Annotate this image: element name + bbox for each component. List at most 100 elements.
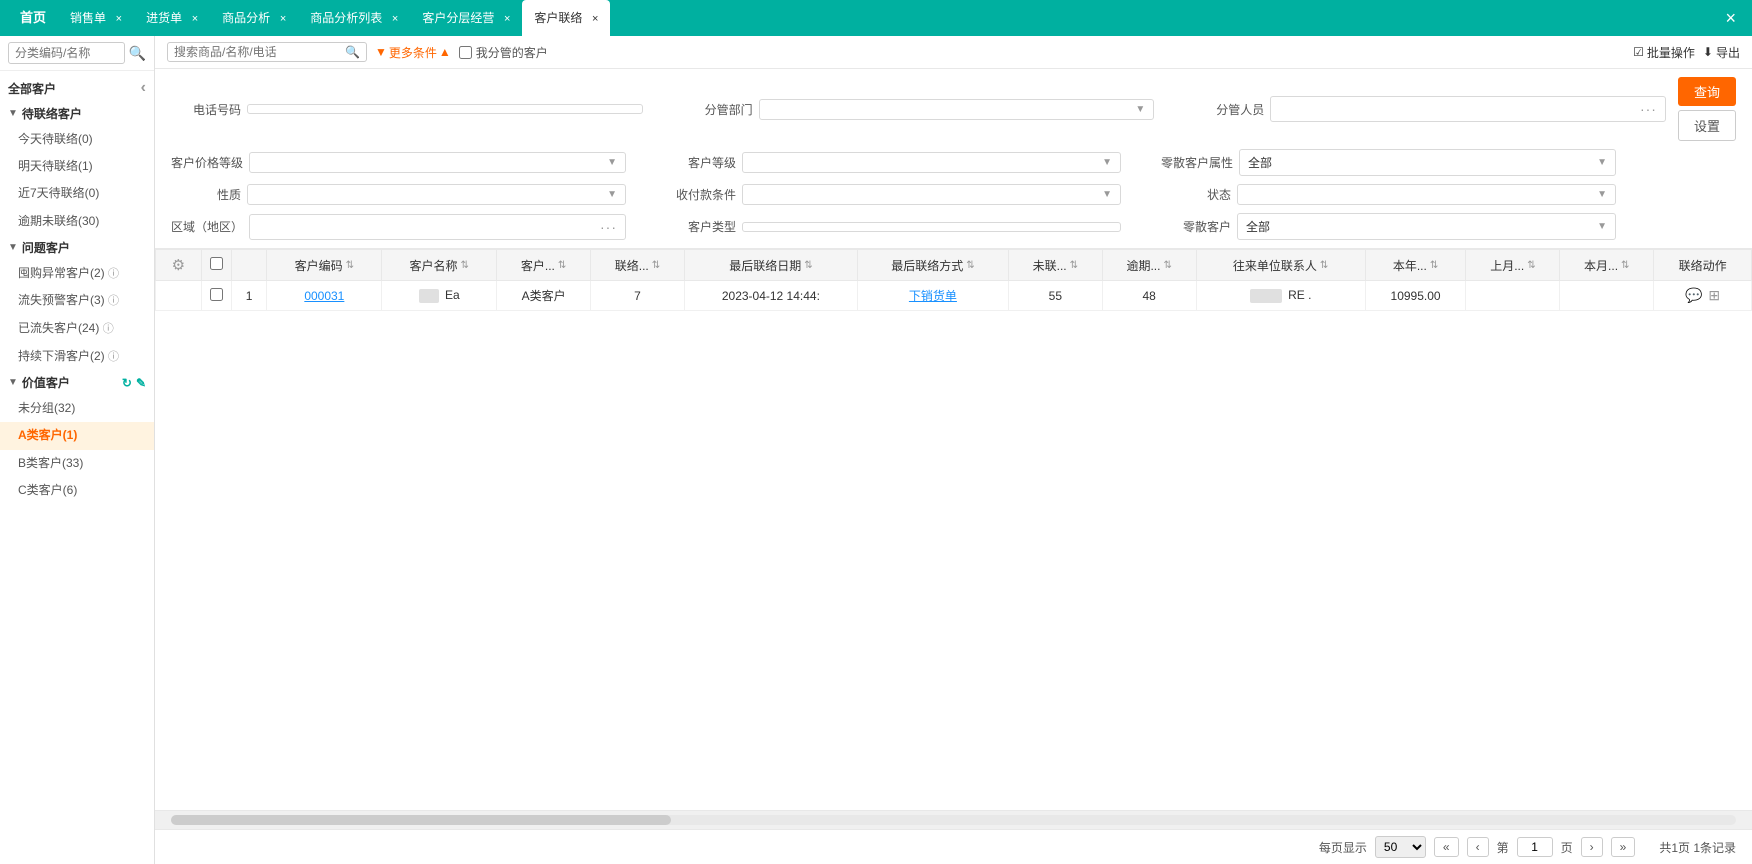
close-purchase-tab[interactable]: × [192, 13, 198, 25]
nav-customer-seg[interactable]: 客户分层经营 × [410, 0, 522, 36]
sidebar-item-tomorrow[interactable]: 明天待联络(1) [0, 153, 154, 180]
nav-sales[interactable]: 销售单 × [58, 0, 134, 36]
row-last-month [1466, 281, 1560, 311]
row-gear [156, 281, 202, 311]
first-page-btn[interactable]: « [1434, 837, 1459, 857]
sidebar-item-hoarding[interactable]: 囤购异常客户(2) ⓘ [0, 260, 154, 288]
my-customers-label: 我分管的客户 [476, 44, 548, 61]
data-table: ⚙ 客户编码 ⇅ [155, 249, 1752, 311]
col-gear: ⚙ [156, 250, 202, 281]
filter-bar: 🔍 ▼ 更多条件 ▲ 我分管的客户 ☑ 批量操作 [155, 36, 1752, 69]
group-pending-contact[interactable]: ▼ 待联络客户 [0, 101, 154, 126]
filter-nature-select[interactable]: ▼ [247, 184, 626, 205]
filter-customer-type-input[interactable] [742, 222, 1121, 232]
nav-purchase[interactable]: 进货单 × [134, 0, 210, 36]
filter-more-btn[interactable]: ▼ 更多条件 ▲ [375, 44, 451, 61]
sidebar-item-ungrouped[interactable]: 未分组(32) [0, 395, 154, 422]
nav-analysis-list[interactable]: 商品分析列表 × [298, 0, 410, 36]
my-customers-checkbox-wrap[interactable]: 我分管的客户 [459, 44, 548, 61]
export-btn[interactable]: ⬇ 导出 [1703, 44, 1740, 61]
close-customer-seg-tab[interactable]: × [504, 13, 510, 25]
col-overdue-sort[interactable]: ⇅ [1163, 260, 1171, 271]
sidebar-item-class-b[interactable]: B类客户(33) [0, 450, 154, 477]
filter-price-level-select[interactable]: ▼ [249, 152, 626, 173]
col-last-date-sort[interactable]: ⇅ [804, 260, 812, 271]
next-page-btn[interactable]: › [1581, 837, 1603, 857]
table-gear-icon[interactable]: ⚙ [172, 257, 185, 274]
filter-customer-level-select[interactable]: ▼ [742, 152, 1121, 173]
value-edit-icon[interactable]: ✎ [136, 376, 146, 390]
per-page-select[interactable]: 50 20 100 [1375, 836, 1426, 858]
filter-search-input[interactable] [174, 45, 345, 59]
row-last-method[interactable]: 下销货单 [857, 281, 1008, 311]
sidebar-item-class-c[interactable]: C类客户(6) [0, 477, 154, 504]
sidebar-item-7days[interactable]: 近7天待联络(0) [0, 180, 154, 207]
table-row: 1 000031 Ea A类客户 7 2023-04-12 14:44: 下销货… [156, 281, 1752, 311]
col-year-sort[interactable]: ⇅ [1430, 260, 1438, 271]
filter-retail-attr-select[interactable]: 全部 ▼ [1239, 149, 1616, 176]
filter-region-input[interactable]: ··· [249, 214, 626, 240]
sidebar-item-class-a[interactable]: A类客户(1) [0, 422, 154, 449]
filter-phone-input[interactable] [247, 104, 643, 114]
sidebar-collapse-btn[interactable]: ‹ [141, 79, 146, 97]
filter-manager-input[interactable]: ··· [1270, 96, 1666, 122]
value-group-label: 价值客户 [22, 374, 70, 391]
row-share-icon[interactable]: ⊞ [1708, 287, 1720, 304]
col-year-amount: 本年... ⇅ [1365, 250, 1466, 281]
filter-retail-customer-label: 零散客户 [1161, 218, 1231, 235]
close-analysis-list-tab[interactable]: × [392, 13, 398, 25]
close-window-button[interactable]: × [1717, 8, 1744, 29]
filter-retail-cust-chevron: ▼ [1597, 221, 1607, 232]
sidebar-search-input[interactable] [8, 42, 125, 64]
close-sales-tab[interactable]: × [116, 13, 122, 25]
col-this-month-sort[interactable]: ⇅ [1621, 260, 1629, 271]
filter-dept-select[interactable]: ▼ [759, 99, 1155, 120]
col-code-sort[interactable]: ⇅ [346, 260, 354, 271]
row-code[interactable]: 000031 [267, 281, 382, 311]
filter-icon: ▼ [375, 45, 387, 59]
group-value-customers[interactable]: ▼ 价值客户 ↻ ✎ [0, 370, 154, 395]
page-input[interactable] [1517, 837, 1553, 857]
close-customer-contact-tab[interactable]: × [592, 13, 598, 25]
nav-home[interactable]: 首页 [8, 0, 58, 36]
sidebar-item-today[interactable]: 今天待联络(0) [0, 126, 154, 153]
sidebar-item-overdue[interactable]: 逾期未联络(30) [0, 208, 154, 235]
prev-page-btn[interactable]: ‹ [1467, 837, 1489, 857]
nav-analysis[interactable]: 商品分析 × [210, 0, 298, 36]
group-problem-customers[interactable]: ▼ 问题客户 [0, 235, 154, 260]
pending-group-label: 待联络客户 [22, 105, 82, 122]
col-uncontacted-sort[interactable]: ⇅ [1070, 260, 1078, 271]
filter-customer-level-label: 客户等级 [666, 154, 736, 171]
col-name-sort[interactable]: ⇅ [461, 260, 469, 271]
my-customers-checkbox[interactable] [459, 46, 472, 59]
batch-op-btn[interactable]: ☑ 批量操作 [1633, 44, 1695, 61]
row-uncontacted: 55 [1008, 281, 1102, 311]
col-type-sort[interactable]: ⇅ [558, 260, 566, 271]
filter-price-level-label: 客户价格等级 [171, 154, 243, 171]
row-message-icon[interactable]: 💬 [1685, 287, 1702, 304]
select-all-checkbox[interactable] [210, 257, 223, 270]
sidebar-item-churn-warn[interactable]: 流失预警客户(3) ⓘ [0, 287, 154, 315]
filter-retail-customer-value: 全部 [1246, 218, 1270, 235]
row-checkbox[interactable] [210, 288, 223, 301]
sidebar-search-icon[interactable]: 🔍 [129, 45, 146, 62]
col-contact-sort[interactable]: ⇅ [652, 260, 660, 271]
row-unit-contact-text: RE . [1288, 288, 1311, 302]
filter-retail-customer-select[interactable]: 全部 ▼ [1237, 213, 1616, 240]
query-button[interactable]: 查询 [1678, 77, 1736, 106]
filter-status-select[interactable]: ▼ [1237, 184, 1616, 205]
sidebar-item-declining[interactable]: 持续下滑客户(2) ⓘ [0, 343, 154, 371]
sidebar-item-churned[interactable]: 已流失客户(24) ⓘ [0, 315, 154, 343]
last-page-btn[interactable]: » [1611, 837, 1636, 857]
value-refresh-icon[interactable]: ↻ [122, 376, 132, 390]
close-analysis-tab[interactable]: × [280, 13, 286, 25]
col-unit-contact-sort[interactable]: ⇅ [1320, 260, 1328, 271]
filter-price-level: 客户价格等级 ▼ [171, 152, 626, 173]
nav-customer-contact[interactable]: 客户联络 × [522, 0, 610, 36]
filter-search-icon[interactable]: 🔍 [345, 45, 360, 59]
col-last-month-sort[interactable]: ⇅ [1527, 260, 1535, 271]
col-last-method-sort[interactable]: ⇅ [966, 260, 974, 271]
settings-button[interactable]: 设置 [1678, 110, 1736, 141]
scrollbar-thumb[interactable] [171, 815, 671, 825]
filter-payment-select[interactable]: ▼ [742, 184, 1121, 205]
